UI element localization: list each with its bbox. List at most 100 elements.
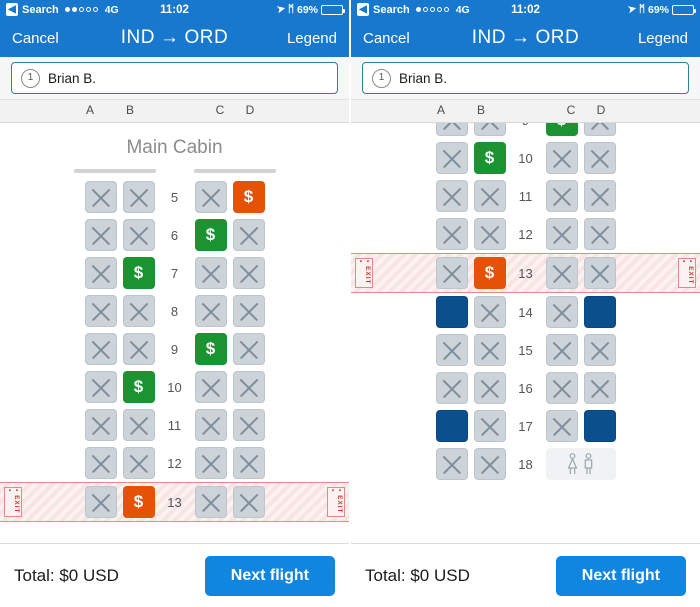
- seat-9D: [232, 333, 265, 365]
- legend-button[interactable]: Legend: [287, 30, 337, 47]
- seat-11A: [84, 409, 117, 441]
- seat-13B[interactable]: $: [122, 486, 155, 518]
- seat-10C: [545, 142, 578, 174]
- seat-16D: [583, 372, 616, 404]
- seat-row: 15: [351, 331, 700, 369]
- seat-9C[interactable]: $: [545, 123, 578, 136]
- signal-dot: [78, 7, 84, 12]
- seat-8D: [232, 295, 265, 327]
- cabin-name-heading: Main Cabin: [126, 137, 223, 158]
- battery-percent-label: 69%: [296, 3, 318, 16]
- network-type-label: 4G: [104, 3, 119, 16]
- total-price-label: Total: $0 USD: [365, 565, 470, 585]
- seat-9D: [583, 123, 616, 136]
- lavatory-icon: [545, 448, 616, 480]
- seat-7B[interactable]: $: [122, 257, 155, 289]
- seat-10B[interactable]: $: [122, 371, 155, 403]
- seat-7D: [232, 257, 265, 289]
- cabin-divider-bar: [73, 169, 156, 173]
- seat-9A: [84, 333, 117, 365]
- destination-airport-code: ORD: [535, 27, 580, 48]
- seat-10A: [435, 142, 468, 174]
- seat-15B: [473, 334, 506, 366]
- row-number-label: 12: [167, 455, 182, 471]
- next-flight-button[interactable]: Next flight: [555, 555, 686, 596]
- column-label-C: C: [566, 103, 576, 117]
- passenger-selector[interactable]: 1 Brian B.: [11, 62, 338, 94]
- seat-13D: [232, 486, 265, 518]
- seat-row: 9$: [0, 330, 349, 368]
- seat-row: $7: [0, 254, 349, 292]
- seat-map-scroll-area[interactable]: 9$$101112• EXIT •• EXIT •$131415161718: [351, 123, 700, 543]
- origin-airport-code: IND: [471, 27, 506, 48]
- next-flight-button[interactable]: Next flight: [204, 555, 335, 596]
- location-arrow-icon: ➤: [626, 3, 638, 16]
- status-bar-right: ➤ ᛗ 69%: [276, 3, 345, 16]
- seat-13B[interactable]: $: [473, 257, 506, 289]
- signal-dot: [85, 7, 91, 12]
- passenger-bar: 1 Brian B.: [351, 57, 700, 99]
- route-arrow-icon: →: [160, 27, 180, 48]
- seat-map-scroll-area[interactable]: Main Cabin 5 $6 $ $7 8 9 $ $10 11 12 • EXIT • • EXIT…: [0, 123, 349, 543]
- row-number-label: 11: [167, 417, 182, 433]
- row-number-label: 16: [518, 380, 533, 396]
- signal-dot: [71, 7, 77, 12]
- dual-screenshot-container: ◀ Search 4G 11:02 ➤ ᛗ 69% Cancel IND → ORD Legend 1 B…: [0, 0, 700, 607]
- status-bar-left: ◀ Search 4G: [6, 3, 119, 16]
- passenger-selector[interactable]: 1 Brian B.: [362, 62, 689, 94]
- seat-11C: [545, 180, 578, 212]
- column-label-B: B: [125, 103, 135, 117]
- seat-15A: [435, 334, 468, 366]
- cancel-button[interactable]: Cancel: [363, 30, 410, 47]
- seat-17C: [545, 410, 578, 442]
- seat-row: 12: [0, 444, 349, 482]
- seat-7A: [84, 257, 117, 289]
- seat-11C: [194, 409, 227, 441]
- exit-row-marker-right: • EXIT •: [678, 258, 696, 288]
- seat-6D: [232, 219, 265, 251]
- seat-5D[interactable]: $: [232, 181, 265, 213]
- column-label-A: A: [436, 103, 446, 117]
- status-back-label[interactable]: Search: [373, 4, 410, 16]
- bottom-action-bar: Total: $0 USD Next flight: [351, 543, 700, 607]
- seat-6C[interactable]: $: [194, 219, 227, 251]
- legend-button[interactable]: Legend: [638, 30, 688, 47]
- seat-11B: [473, 180, 506, 212]
- seat-10B[interactable]: $: [473, 142, 506, 174]
- bluetooth-icon: ᛗ: [287, 4, 294, 15]
- seat-6B: [122, 219, 155, 251]
- seat-12A: [435, 218, 468, 250]
- passenger-number-badge: 1: [372, 68, 391, 88]
- seat-row: • EXIT • • EXIT • $13: [351, 253, 700, 293]
- status-back-label[interactable]: Search: [22, 4, 59, 16]
- seat-17B: [473, 410, 506, 442]
- seat-row: 9$: [351, 123, 700, 139]
- seat-18B: [473, 448, 506, 480]
- seat-row: 12: [351, 215, 700, 253]
- row-number-label: 17: [518, 418, 533, 434]
- passenger-bar: 1 Brian B.: [0, 57, 349, 99]
- seat-18A: [435, 448, 468, 480]
- seat-map-content: 9$$101112• EXIT •• EXIT •$131415161718: [351, 123, 700, 483]
- back-chevron-icon[interactable]: ◀: [357, 3, 369, 16]
- signal-dot: [64, 7, 70, 12]
- seat-8A: [84, 295, 117, 327]
- seat-row: 17: [351, 407, 700, 445]
- battery-icon: [672, 4, 696, 15]
- seat-12C: [545, 218, 578, 250]
- column-label-D: D: [596, 103, 606, 117]
- back-chevron-icon[interactable]: ◀: [6, 3, 18, 16]
- seat-13D: [583, 257, 616, 289]
- seat-11A: [435, 180, 468, 212]
- seat-5A: [84, 181, 117, 213]
- row-number-label: 14: [518, 304, 533, 320]
- seat-row: 11: [0, 406, 349, 444]
- seat-row: 6 $: [0, 216, 349, 254]
- signal-strength-dots: [415, 7, 449, 12]
- seat-9C[interactable]: $: [194, 333, 227, 365]
- seat-12C: [194, 447, 227, 479]
- signal-dot: [415, 7, 421, 12]
- seat-row: 8: [0, 292, 349, 330]
- row-number-label: 13: [518, 265, 533, 281]
- cancel-button[interactable]: Cancel: [12, 30, 59, 47]
